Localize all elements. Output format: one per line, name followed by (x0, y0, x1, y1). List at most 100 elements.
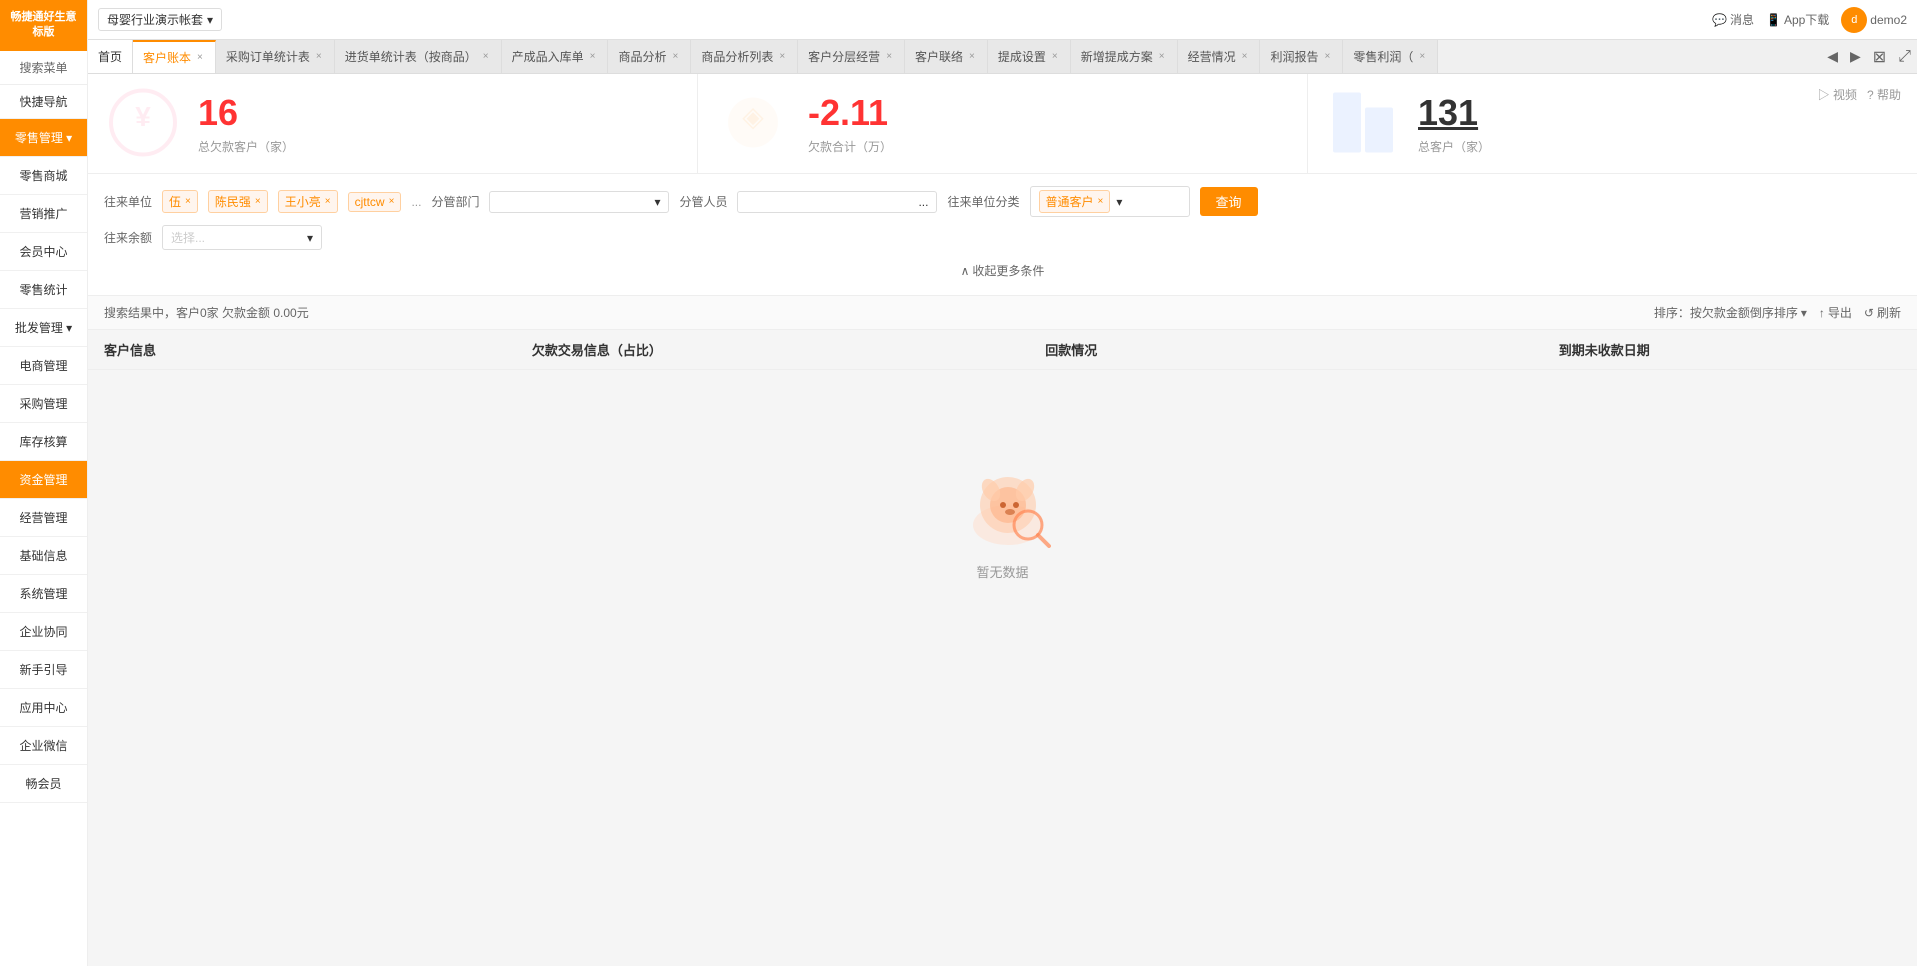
tab-product-analysis-list[interactable]: 商品分析列表 × (691, 40, 798, 74)
stat-debt-customers-label: 总欠款客户（家） (198, 138, 294, 155)
tab-product-analysis-list-label: 商品分析列表 (701, 48, 773, 65)
tab-close-all-icon[interactable]: ⊠ (1867, 47, 1892, 67)
tab-production-instock[interactable]: 产成品入库单 × (502, 40, 609, 74)
tab-profit-report-label: 利润报告 (1270, 48, 1318, 65)
tab-product-analysis-close[interactable]: × (670, 50, 680, 63)
tab-purchase-order-stats[interactable]: 采购订单统计表 × (216, 40, 335, 74)
category-tag-normal[interactable]: 普通客户 × (1039, 190, 1111, 213)
tab-purchase-order-close[interactable]: × (314, 50, 324, 63)
tab-scroll-left-icon[interactable]: ◀ (1821, 48, 1844, 65)
app-download-button[interactable]: 📱 App下载 (1766, 11, 1829, 28)
tab-customer-book-close[interactable]: × (195, 51, 205, 64)
company-tag-wang-close[interactable]: × (325, 196, 331, 207)
category-tag-close[interactable]: × (1098, 196, 1104, 207)
sidebar-item-retail-stats[interactable]: 零售统计 (0, 271, 87, 309)
tab-ops-status-close[interactable]: × (1240, 50, 1250, 63)
company-tag-chen-close[interactable]: × (255, 196, 261, 207)
tab-profit-report[interactable]: 利润报告 × (1260, 40, 1343, 74)
tab-customer-contact[interactable]: 客户联络 × (905, 40, 988, 74)
tab-customer-segment-close[interactable]: × (884, 50, 894, 63)
tab-new-promotion-plan[interactable]: 新增提成方案 × (1071, 40, 1178, 74)
tab-customer-book-label: 客户账本 (143, 49, 191, 66)
chevron-up-icon: ∧ (961, 264, 970, 278)
sidebar-search[interactable]: 搜索菜单 (0, 51, 87, 85)
sidebar-item-sys-mgmt[interactable]: 系统管理 (0, 575, 87, 613)
tab-product-analysis-list-close[interactable]: × (777, 50, 787, 63)
sort-select[interactable]: 排序：按欠款金额倒序排序 ▾ (1654, 304, 1807, 321)
stat-total-customers: 131 总客户（家） ▷ 视频 ? 帮助 (1308, 74, 1917, 173)
sidebar-item-enterprise-wechat[interactable]: 企业微信 (0, 727, 87, 765)
category-dropdown-icon: ▾ (1116, 195, 1122, 209)
tab-customer-segment[interactable]: 客户分层经营 × (798, 40, 905, 74)
tab-maximize-icon[interactable]: ⤢ (1892, 48, 1917, 66)
sidebar-item-wholesale-mgmt[interactable]: 批发管理 ▾ (0, 309, 87, 347)
filter-area: 往来单位 伍 × 陈民强 × 王小亮 × cjttcw × ... (88, 174, 1917, 296)
tab-instock-stats-label: 进货单统计表（按商品） (345, 48, 477, 65)
dept-select[interactable]: ▾ (489, 191, 669, 213)
tab-instock-stats[interactable]: 进货单统计表（按商品） × (335, 40, 502, 74)
sidebar-item-enterprise-coop[interactable]: 企业协同 (0, 613, 87, 651)
stat-total-customers-info: 131 总客户（家） (1418, 92, 1490, 155)
stats-row: ¥ 16 总欠款客户（家） ◈ -2.11 欠款合计（万） (88, 74, 1917, 174)
dept-dropdown-icon: ▾ (654, 195, 660, 209)
message-button[interactable]: 💬 消息 (1712, 11, 1754, 28)
sidebar-item-app-center[interactable]: 应用中心 (0, 689, 87, 727)
tab-retail-profit-close[interactable]: × (1417, 50, 1427, 63)
company-tag-wu[interactable]: 伍 × (162, 190, 198, 213)
export-button[interactable]: ↑ 导出 (1819, 304, 1852, 321)
tab-new-promotion-plan-close[interactable]: × (1157, 50, 1167, 63)
category-select[interactable]: 普通客户 × ▾ (1030, 186, 1190, 217)
col-header-debt: 欠款交易信息（占比） (532, 340, 1045, 359)
tab-promotion-settings[interactable]: 提成设置 × (988, 40, 1071, 74)
empty-text: 暂无数据 (976, 562, 1028, 581)
sidebar-item-vip-member[interactable]: 畅会员 (0, 765, 87, 803)
chevron-down-icon: ▾ (207, 13, 213, 27)
sidebar-quick-nav[interactable]: 快捷导航 (0, 85, 87, 119)
sidebar-item-inventory-check[interactable]: 库存核算 (0, 423, 87, 461)
tab-scroll-right-icon[interactable]: ▶ (1844, 48, 1867, 65)
sidebar-item-purchase-mgmt[interactable]: 采购管理 (0, 385, 87, 423)
person-more-icon[interactable]: ... (918, 195, 928, 209)
stat-debt-amount-label: 欠款合计（万） (808, 138, 892, 155)
company-tag-chen[interactable]: 陈民强 × (208, 190, 268, 213)
company-tag-cjttcw-close[interactable]: × (389, 196, 395, 207)
balance-dropdown-icon: ▾ (307, 231, 313, 245)
sidebar-item-retail-mall[interactable]: 零售商城 (0, 157, 87, 195)
tab-retail-profit[interactable]: 零售利润（ × (1343, 40, 1438, 74)
user-avatar[interactable]: d demo2 (1841, 7, 1907, 33)
help-link[interactable]: ? 帮助 (1867, 86, 1901, 103)
refresh-button[interactable]: ↺ 刷新 (1864, 304, 1901, 321)
sidebar-item-capital-mgmt[interactable]: 资金管理 (0, 461, 87, 499)
company-tag-wang[interactable]: 王小亮 × (278, 190, 338, 213)
svg-text:¥: ¥ (135, 101, 151, 132)
query-button[interactable]: 查询 (1200, 187, 1258, 216)
tab-profit-report-close[interactable]: × (1322, 50, 1332, 63)
video-help-link[interactable]: ▷ 视频 (1818, 86, 1857, 103)
sidebar-item-retail-mgmt[interactable]: 零售管理 ▾ (0, 119, 87, 157)
balance-select[interactable]: 选择... ▾ (162, 225, 322, 250)
tab-instock-close[interactable]: × (481, 50, 491, 63)
tab-home[interactable]: 首页 (88, 40, 133, 74)
sidebar-item-member-center[interactable]: 会员中心 (0, 233, 87, 271)
collapse-button[interactable]: ∧ 收起更多条件 (104, 258, 1901, 283)
sidebar-item-basic-info[interactable]: 基础信息 (0, 537, 87, 575)
person-select[interactable]: ... (737, 191, 937, 213)
tab-product-analysis[interactable]: 商品分析 × (608, 40, 691, 74)
results-info: 搜索结果中，客户0家 欠款金额 0.00元 (104, 304, 309, 321)
topbar: 母婴行业演示帐套 ▾ 💬 消息 📱 App下载 d demo2 (88, 0, 1917, 40)
tab-ops-status[interactable]: 经营情况 × (1178, 40, 1261, 74)
tab-promotion-settings-close[interactable]: × (1050, 50, 1060, 63)
sidebar-item-ecommerce-mgmt[interactable]: 电商管理 (0, 347, 87, 385)
tab-production-close[interactable]: × (588, 50, 598, 63)
company-filter-more[interactable]: ... (411, 195, 421, 209)
tab-customer-book[interactable]: 客户账本 × (133, 40, 216, 74)
tab-customer-contact-close[interactable]: × (967, 50, 977, 63)
person-filter-label: 分管人员 (679, 193, 727, 210)
company-tag-cjttcw[interactable]: cjttcw × (348, 192, 402, 212)
account-dropdown[interactable]: 母婴行业演示帐套 ▾ (98, 8, 222, 31)
company-tag-wu-close[interactable]: × (185, 196, 191, 207)
tab-production-instock-label: 产成品入库单 (512, 48, 584, 65)
sidebar-item-mkt-promo[interactable]: 营销推广 (0, 195, 87, 233)
sidebar-item-ops-mgmt[interactable]: 经营管理 (0, 499, 87, 537)
sidebar-item-newbie-guide[interactable]: 新手引导 (0, 651, 87, 689)
